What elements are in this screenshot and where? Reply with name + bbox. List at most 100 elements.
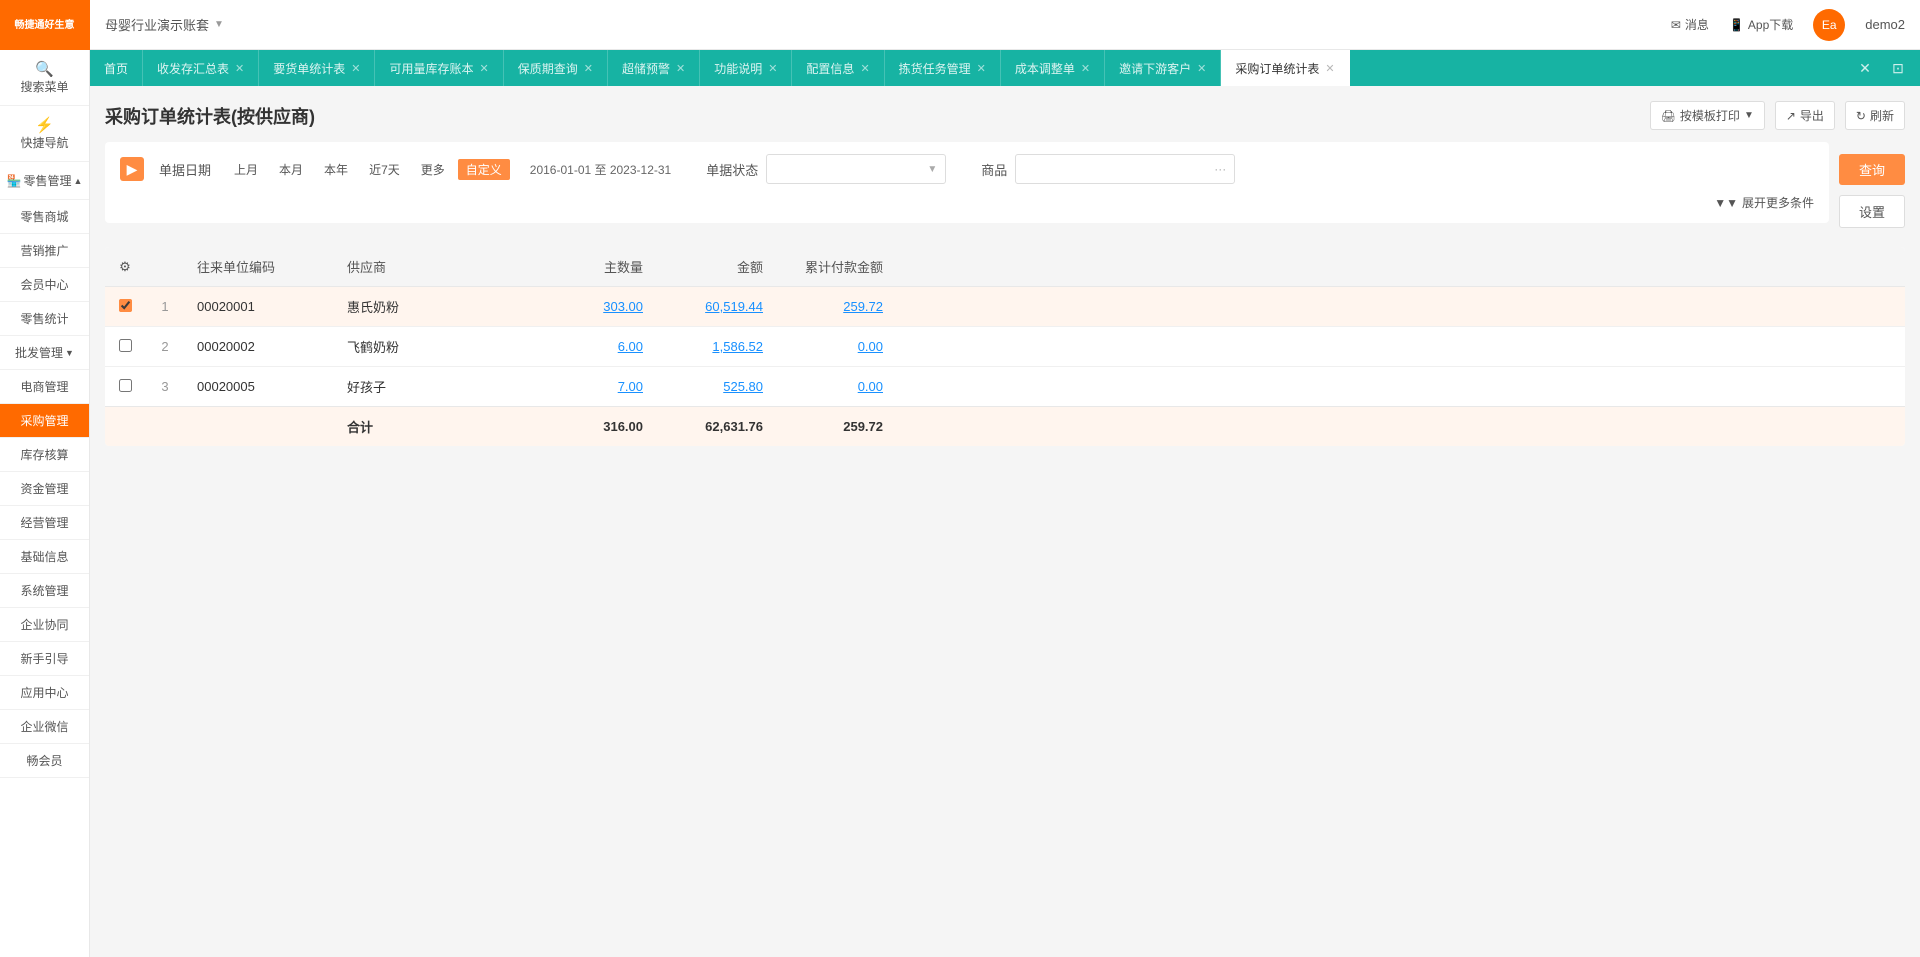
td-checkbox[interactable] <box>105 367 145 407</box>
tab-config[interactable]: 配置信息 ✕ <box>792 50 884 86</box>
print-button[interactable]: 🖨 按模板打印 ▼ <box>1650 101 1765 130</box>
tab-invite-downstream[interactable]: 邀请下游客户 ✕ <box>1105 50 1221 86</box>
td-checkbox[interactable] <box>105 287 145 327</box>
tab-order-summary[interactable]: 要货单统计表 ✕ <box>259 50 375 86</box>
row-checkbox[interactable] <box>119 339 132 352</box>
filter-toggle-btn[interactable]: ▶ <box>120 157 144 181</box>
tab-expiry[interactable]: 保质期查询 ✕ <box>504 50 608 86</box>
export-button[interactable]: ↗ 导出 <box>1775 101 1835 130</box>
tab-overstock-label: 超储预警 <box>622 60 670 77</box>
sidebar-item-enterprise-wechat[interactable]: 企业微信 <box>0 710 89 744</box>
sidebar-item-inventory[interactable]: 库存核算 <box>0 438 89 472</box>
tab-expiry-close[interactable]: ✕ <box>584 62 593 75</box>
row-checkbox[interactable] <box>119 299 132 312</box>
tab-collect[interactable]: 收发存汇总表 ✕ <box>143 50 259 86</box>
sidebar-item-member-center[interactable]: 会员中心 <box>0 268 89 302</box>
shortcut-7days[interactable]: 近7天 <box>361 159 408 180</box>
settings-button[interactable]: 设置 <box>1839 195 1905 228</box>
tab-config-label: 配置信息 <box>806 60 854 77</box>
sidebar-item-retail-mgmt[interactable]: 🏪 零售管理 ▲ <box>0 162 89 200</box>
sidebar-item-marketing[interactable]: 营销推广 <box>0 234 89 268</box>
tab-config-close[interactable]: ✕ <box>860 62 869 75</box>
th-supplier[interactable]: 供应商 <box>335 247 535 287</box>
shortcut-this-month[interactable]: 本月 <box>271 159 311 180</box>
quick-nav-icon: ⚡ <box>35 116 54 134</box>
tab-order-summary-close[interactable]: ✕ <box>351 62 360 75</box>
tab-function-desc-close[interactable]: ✕ <box>768 62 777 75</box>
tab-home[interactable]: 首页 <box>90 50 143 86</box>
sidebar-item-retail-mall[interactable]: 零售商城 <box>0 200 89 234</box>
sidebar-item-newbie[interactable]: 新手引导 <box>0 642 89 676</box>
main-area: 母婴行业演示账套 ▼ ✉ 消息 📱 App下载 Ea demo2 首页 收发存汇… <box>90 0 1920 957</box>
sidebar-item-purchase-mgmt[interactable]: 采购管理 <box>0 404 89 438</box>
shortcut-more[interactable]: 更多 <box>413 159 453 180</box>
sidebar-item-retail-stats[interactable]: 零售统计 <box>0 302 89 336</box>
shortcut-custom[interactable]: 自定义 <box>458 159 510 180</box>
status-select[interactable]: ▼ <box>766 154 946 184</box>
username-label[interactable]: demo2 <box>1865 17 1905 32</box>
shortcut-last-month[interactable]: 上月 <box>226 159 266 180</box>
sidebar-item-search[interactable]: 🔍 搜索菜单 <box>0 50 89 106</box>
sidebar-item-app-center[interactable]: 应用中心 <box>0 676 89 710</box>
message-btn[interactable]: ✉ 消息 <box>1671 16 1709 33</box>
tab-pick-task[interactable]: 拣货任务管理 ✕ <box>885 50 1001 86</box>
td-amount[interactable]: 60,519.44 <box>655 287 775 327</box>
th-settings[interactable]: ⚙ <box>105 247 145 287</box>
td-paid[interactable]: 0.00 <box>775 367 895 407</box>
query-button[interactable]: 查询 <box>1839 154 1905 185</box>
close-tab-btn[interactable]: ✕ <box>1851 54 1879 82</box>
export-icon: ↗ <box>1786 109 1796 123</box>
page-content: 采购订单统计表(按供应商) 🖨 按模板打印 ▼ ↗ 导出 ↻ 刷新 <box>90 86 1920 957</box>
settings-icon: ⚙ <box>119 259 131 274</box>
user-avatar[interactable]: Ea <box>1813 9 1845 41</box>
tab-collect-close[interactable]: ✕ <box>235 62 244 75</box>
table-row[interactable]: 1 00020001 惠氏奶粉 303.00 60,519.44 259.72 <box>105 287 1905 327</box>
tab-usable-stock[interactable]: 可用量库存账本 ✕ <box>375 50 503 86</box>
td-amount[interactable]: 525.80 <box>655 367 775 407</box>
tab-purchase-summary[interactable]: 采购订单统计表 ✕ <box>1221 50 1349 86</box>
tab-overstock[interactable]: 超储预警 ✕ <box>608 50 700 86</box>
tab-pick-task-close[interactable]: ✕ <box>977 62 986 75</box>
td-extra <box>895 327 1905 367</box>
tab-overstock-close[interactable]: ✕ <box>676 62 685 75</box>
tab-purchase-summary-close[interactable]: ✕ <box>1325 62 1334 75</box>
app-download-btn[interactable]: 📱 App下载 <box>1729 16 1793 33</box>
td-paid[interactable]: 259.72 <box>775 287 895 327</box>
account-dropdown[interactable]: 母婴行业演示账套 ▼ <box>105 15 224 34</box>
sidebar-item-wholesale-mgmt[interactable]: 批发管理 ▼ <box>0 336 89 370</box>
th-qty[interactable]: 主数量 <box>535 247 655 287</box>
shortcut-this-year[interactable]: 本年 <box>316 159 356 180</box>
th-amount[interactable]: 金额 <box>655 247 775 287</box>
td-qty[interactable]: 6.00 <box>535 327 655 367</box>
td-qty[interactable]: 7.00 <box>535 367 655 407</box>
td-checkbox[interactable] <box>105 327 145 367</box>
th-index <box>145 247 185 287</box>
sidebar-item-member[interactable]: 畅会员 <box>0 744 89 778</box>
th-code[interactable]: 往来单位编码 <box>185 247 335 287</box>
th-paid[interactable]: 累计付款金额 <box>775 247 895 287</box>
tab-cost-adjust[interactable]: 成本调整单 ✕ <box>1001 50 1105 86</box>
sidebar-item-quick-nav[interactable]: ⚡ 快捷导航 <box>0 106 89 162</box>
goods-input[interactable]: ··· <box>1015 154 1235 184</box>
sidebar-item-finance[interactable]: 资金管理 <box>0 472 89 506</box>
table-row[interactable]: 3 00020005 好孩子 7.00 525.80 0.00 <box>105 367 1905 407</box>
sidebar-item-system[interactable]: 系统管理 <box>0 574 89 608</box>
tab-function-desc[interactable]: 功能说明 ✕ <box>700 50 792 86</box>
td-qty[interactable]: 303.00 <box>535 287 655 327</box>
tab-cost-adjust-close[interactable]: ✕ <box>1081 62 1090 75</box>
expand-filter-btn[interactable]: ▼▼ 展开更多条件 <box>1714 194 1814 211</box>
refresh-button[interactable]: ↻ 刷新 <box>1845 101 1905 130</box>
td-paid[interactable]: 0.00 <box>775 327 895 367</box>
row-checkbox[interactable] <box>119 379 132 392</box>
tab-usable-stock-close[interactable]: ✕ <box>480 62 489 75</box>
td-amount[interactable]: 1,586.52 <box>655 327 775 367</box>
sidebar-item-app-center-label: 应用中心 <box>20 684 68 701</box>
sidebar-item-ecommerce[interactable]: 电商管理 <box>0 370 89 404</box>
tab-invite-downstream-close[interactable]: ✕ <box>1197 62 1206 75</box>
sidebar-item-basics[interactable]: 基础信息 <box>0 540 89 574</box>
sidebar-item-operations[interactable]: 经营管理 <box>0 506 89 540</box>
sidebar-item-enterprise[interactable]: 企业协同 <box>0 608 89 642</box>
maximize-btn[interactable]: ⊡ <box>1884 54 1912 82</box>
table-row[interactable]: 2 00020002 飞鹤奶粉 6.00 1,586.52 0.00 <box>105 327 1905 367</box>
sidebar-item-retail-mall-label: 零售商城 <box>20 208 68 225</box>
